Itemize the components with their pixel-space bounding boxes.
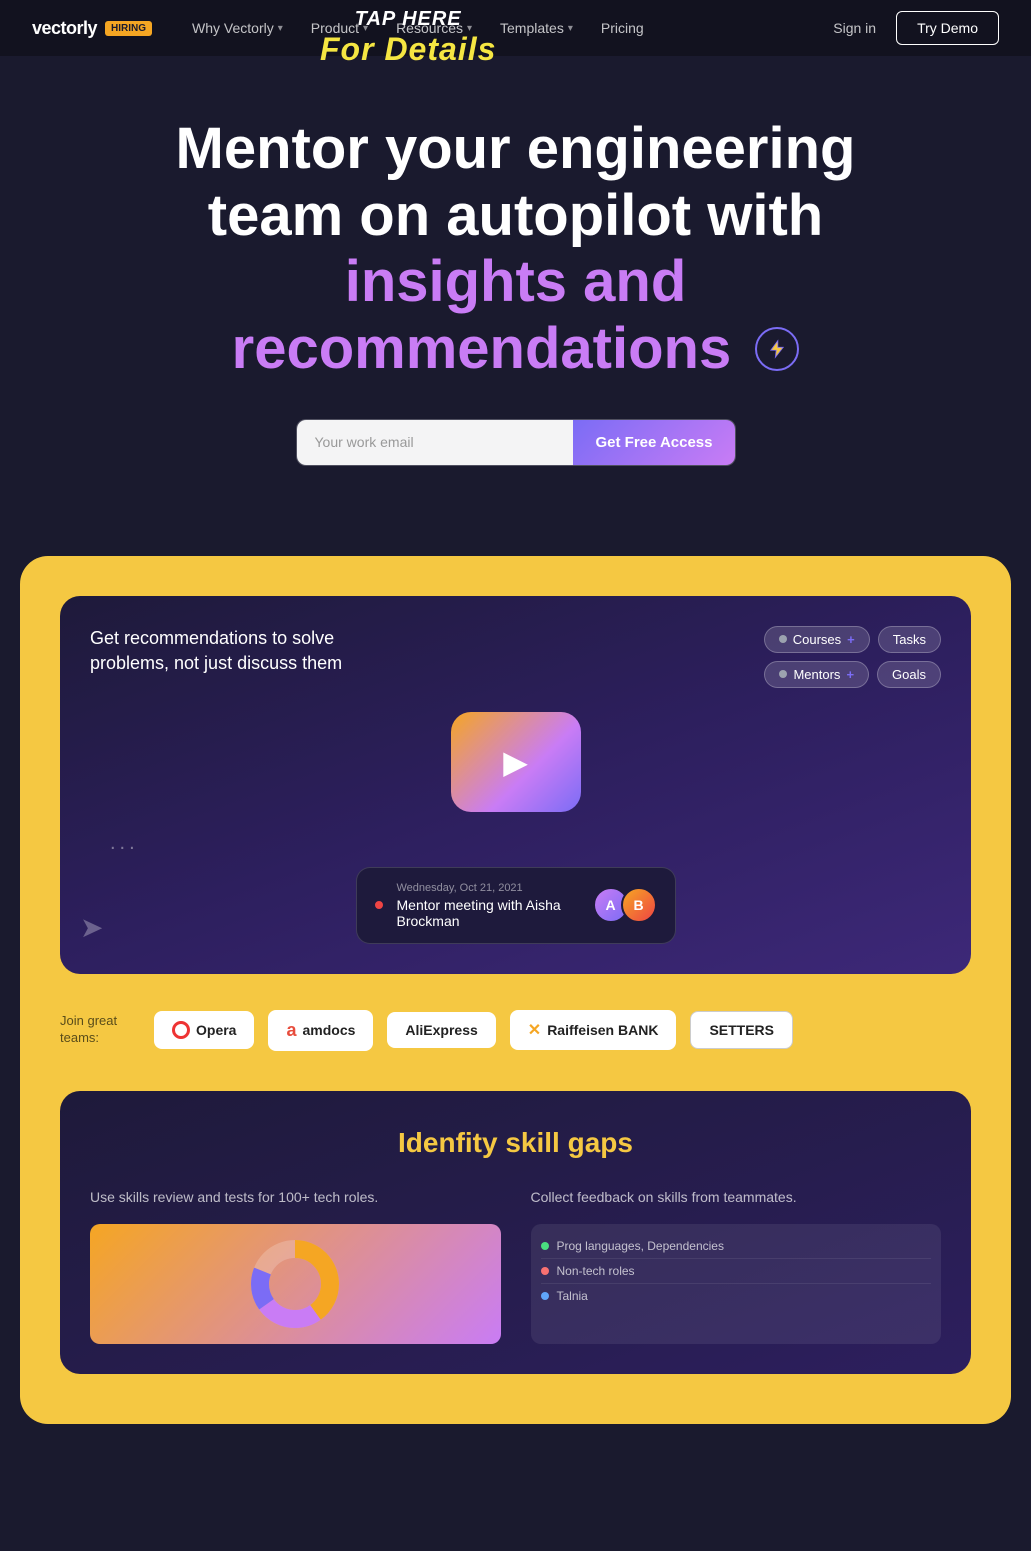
hero-title-highlight: insights and recommendations (232, 249, 732, 381)
hero-title-part1: Mentor your engineering team on autopilo… (176, 116, 856, 248)
hiring-badge: Hiring (105, 21, 152, 36)
courses-tag[interactable]: Courses + (764, 626, 870, 653)
mentors-dot (779, 670, 787, 678)
nav-right: Sign in Try Demo (833, 11, 999, 45)
identity-table: Prog languages, Dependencies Non-tech ro… (531, 1224, 942, 1344)
identity-col-1: Use skills review and tests for 100+ tec… (90, 1187, 501, 1344)
nav-why-vectorly[interactable]: Why Vectorly ▾ (192, 20, 283, 36)
video-play-area: ▶ (90, 712, 941, 812)
goals-tag[interactable]: Goals (877, 661, 941, 688)
video-tags: Courses + Tasks Mentors + Goals (764, 626, 941, 688)
video-card-top: Get recommendations to solve problems, n… (90, 626, 941, 688)
table-row-1-label: Prog languages, Dependencies (557, 1239, 724, 1253)
navbar: vectorly Hiring Why Vectorly ▾ Product ▾… (0, 0, 1031, 56)
identity-col1-text: Use skills review and tests for 100+ tec… (90, 1187, 501, 1208)
table-dot-2 (541, 1267, 549, 1275)
table-row-2-label: Non-tech roles (557, 1264, 635, 1278)
chevron-down-icon: ▾ (363, 23, 368, 34)
meeting-avatars: A B (593, 887, 657, 923)
meeting-card: Wednesday, Oct 21, 2021 Mentor meeting w… (356, 867, 676, 944)
chevron-down-icon: ▾ (278, 23, 283, 34)
identity-col2-text: Collect feedback on skills from teammate… (531, 1187, 942, 1208)
yellow-section: Get recommendations to solve problems, n… (20, 556, 1011, 1424)
identity-section: Idenfity skill gaps Use skills review an… (60, 1091, 971, 1374)
hero-title: Mentor your engineering team on autopilo… (156, 116, 876, 383)
tag-row-2: Mentors + Goals (764, 661, 941, 688)
play-button[interactable]: ▶ (451, 712, 581, 812)
deco-arrow-icon: ➤ (80, 911, 103, 944)
amdocs-icon: a (286, 1020, 296, 1041)
mentors-tag[interactable]: Mentors + (764, 661, 869, 688)
signin-link[interactable]: Sign in (833, 20, 876, 36)
get-free-access-button[interactable]: Get Free Access (573, 420, 734, 465)
lightning-badge (755, 327, 799, 371)
nav-resources[interactable]: Resources ▾ (396, 20, 472, 36)
opera-logo: Opera (154, 1011, 254, 1049)
nav-pricing[interactable]: Pricing (601, 20, 644, 36)
hero-section: Mentor your engineering team on autopilo… (0, 56, 1031, 526)
email-form-wrapper: Get Free Access (40, 419, 991, 466)
nav-links: Why Vectorly ▾ Product ▾ Resources ▾ Tem… (192, 20, 833, 36)
aliexpress-logo: AliExpress (387, 1012, 495, 1048)
nav-templates[interactable]: Templates ▾ (500, 20, 573, 36)
email-form: Get Free Access (296, 419, 736, 466)
play-icon: ▶ (503, 743, 528, 781)
logo[interactable]: vectorly Hiring (32, 18, 152, 39)
identity-chart-donut (90, 1224, 501, 1344)
table-dot-1 (541, 1242, 549, 1250)
table-dot-3 (541, 1292, 549, 1300)
donut-chart (245, 1234, 345, 1334)
tag-row-1: Courses + Tasks (764, 626, 941, 653)
courses-dot (779, 635, 787, 643)
tasks-tag[interactable]: Tasks (878, 626, 941, 653)
video-card-label: Get recommendations to solve problems, n… (90, 626, 350, 676)
plus-icon: + (847, 632, 855, 647)
table-row-2: Non-tech roles (541, 1259, 932, 1284)
nav-product[interactable]: Product ▾ (311, 20, 368, 36)
table-row-3: Talnia (541, 1284, 932, 1308)
amdocs-logo: a amdocs (268, 1010, 373, 1051)
meeting-info: Wednesday, Oct 21, 2021 Mentor meeting w… (397, 882, 579, 929)
card-dots: ... (90, 832, 941, 855)
chevron-down-icon: ▾ (568, 23, 573, 34)
table-row-3-label: Talnia (557, 1289, 588, 1303)
opera-icon (172, 1021, 190, 1039)
identity-cols: Use skills review and tests for 100+ tec… (90, 1187, 941, 1344)
email-input[interactable] (297, 420, 574, 465)
try-demo-button[interactable]: Try Demo (896, 11, 999, 45)
teams-row: Join great teams: Opera a amdocs AliExpr… (60, 1010, 971, 1051)
raiffeisen-logo: ✕ Raiffeisen BANK (510, 1010, 677, 1050)
setters-logo: SETTERS (690, 1011, 793, 1049)
video-card: Get recommendations to solve problems, n… (60, 596, 971, 974)
plus-icon: + (846, 667, 854, 682)
chevron-down-icon: ▾ (467, 23, 472, 34)
meeting-title: Mentor meeting with Aisha Brockman (397, 897, 579, 929)
avatar-2: B (621, 887, 657, 923)
meeting-date: Wednesday, Oct 21, 2021 (397, 882, 579, 894)
raiffeisen-icon: ✕ (528, 1020, 541, 1040)
table-row-1: Prog languages, Dependencies (541, 1234, 932, 1259)
identity-title: Idenfity skill gaps (90, 1127, 941, 1159)
logo-text: vectorly (32, 18, 97, 39)
recording-dot (375, 901, 383, 909)
identity-col-2: Collect feedback on skills from teammate… (531, 1187, 942, 1344)
teams-label: Join great teams: (60, 1013, 140, 1047)
